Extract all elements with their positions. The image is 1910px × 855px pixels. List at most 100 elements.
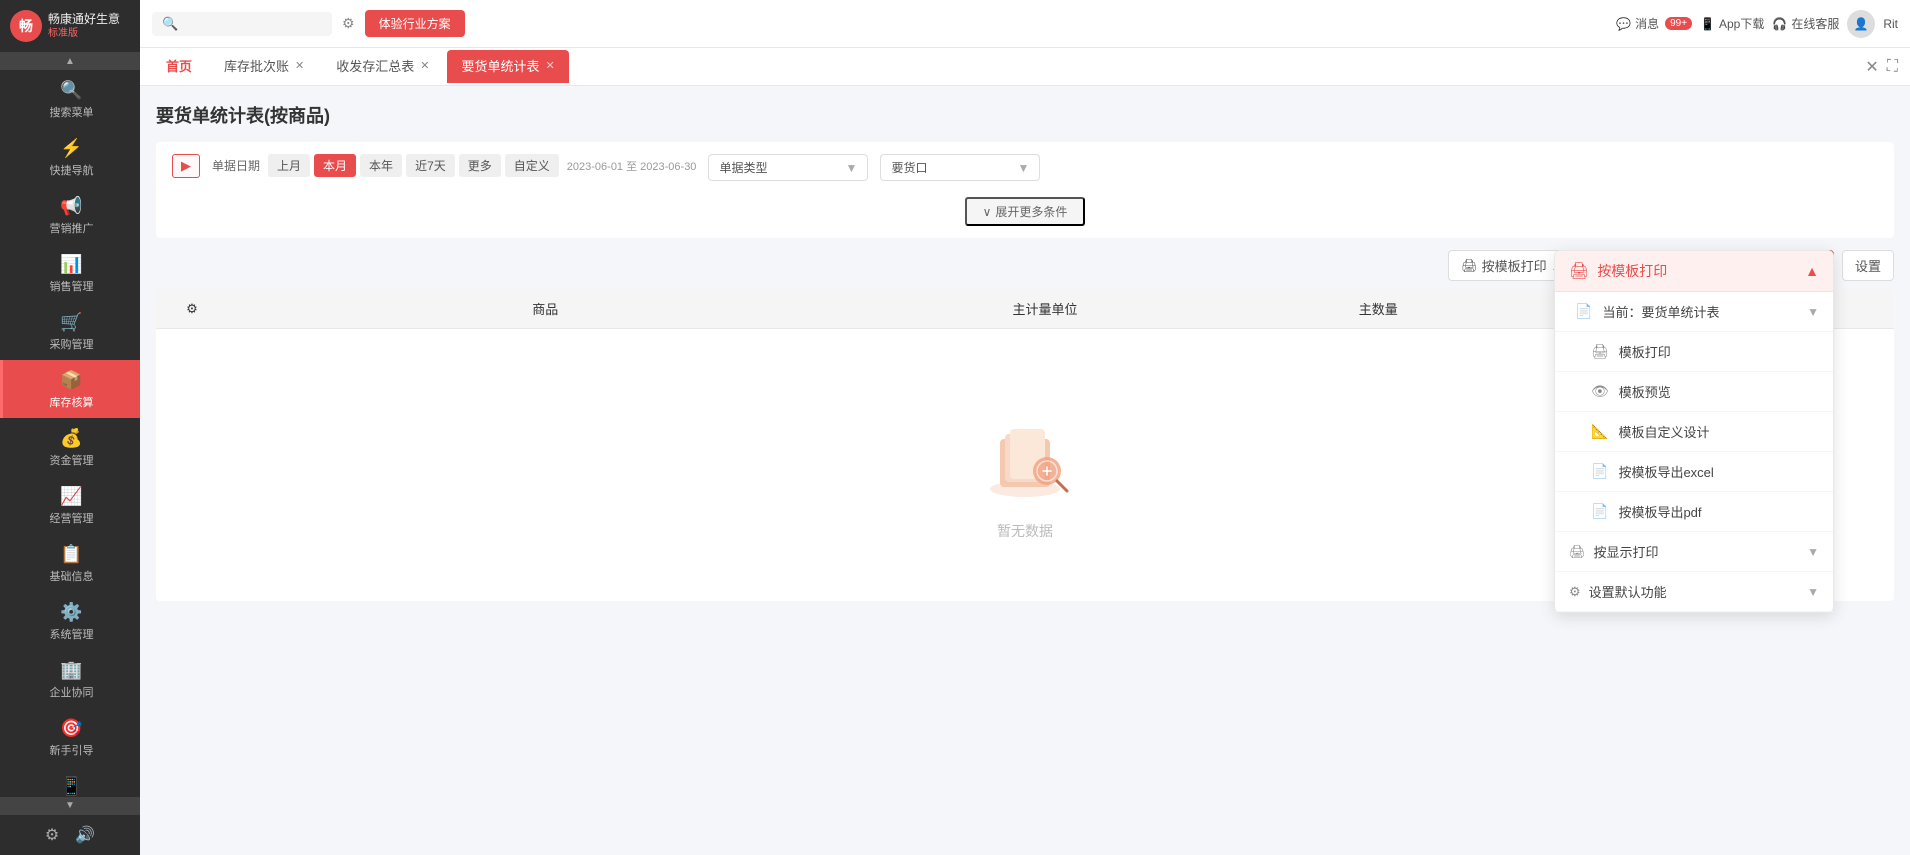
tab-receipt-summary[interactable]: 收发存汇总表 ✕ — [322, 50, 443, 83]
sidebar-item-search[interactable]: 🔍 搜索菜单 — [0, 70, 140, 128]
search-icon: 🔍 — [60, 80, 82, 101]
template-preview-icon: 👁 — [1591, 383, 1609, 400]
topbar-search-input[interactable] — [184, 17, 304, 31]
message-badge: 99+ — [1665, 17, 1692, 30]
logo-title: 畅康通好生意 — [48, 11, 120, 28]
th-settings[interactable]: ⚙ — [172, 301, 212, 317]
current-template-arrow: ▼ — [1807, 305, 1819, 319]
tabs-bar: 首页 库存批次账 ✕ 收发存汇总表 ✕ 要货单统计表 ✕ ✕ ⛶ — [140, 48, 1910, 86]
sidebar-item-purchase[interactable]: 🛒 采购管理 — [0, 302, 140, 360]
tab-receipt-summary-label: 收发存汇总表 — [336, 56, 414, 75]
page-title: 要货单统计表(按商品) — [156, 102, 1894, 128]
empty-text: 暂无数据 — [997, 521, 1053, 541]
template-excel-label: 按模板导出excel — [1618, 462, 1713, 481]
message-label: 消息 — [1635, 15, 1659, 32]
main-area: 🔍 ⚙ 体验行业方案 💬 消息 99+ 📱 App下载 🎧 在线客服 👤 Rit — [140, 0, 1910, 855]
dropdown-template-preview[interactable]: 👁 模板预览 — [1555, 372, 1833, 412]
marketing-icon: 📢 — [60, 196, 82, 217]
sidebar-item-appstore[interactable]: 📱 应用中心 — [0, 766, 140, 797]
date-btn-this-year[interactable]: 本年 — [360, 154, 402, 177]
toolbar: 🖨 按模板打印 ▲ 📤 导出 🔄 刷新 ··· 查询 设置 🖨 按模板打 — [156, 250, 1894, 281]
tab-receipt-summary-close[interactable]: ✕ — [420, 59, 429, 72]
topbar-actions: 💬 消息 99+ 📱 App下载 🎧 在线客服 👤 Rit — [1616, 10, 1898, 38]
user-avatar[interactable]: 👤 — [1847, 10, 1875, 38]
dropdown-current-template[interactable]: 📄 当前：要货单统计表 ▼ — [1555, 292, 1833, 332]
service-icon: 🎧 — [1772, 17, 1787, 31]
filter-expand-button[interactable]: ▶ — [172, 154, 200, 178]
date-btn-more[interactable]: 更多 — [459, 154, 501, 177]
dropdown-template-print[interactable]: 🖨 模板打印 — [1555, 332, 1833, 372]
dropdown-template-custom[interactable]: 📐 模板自定义设计 — [1555, 412, 1833, 452]
funds-icon: 💰 — [60, 428, 82, 449]
volume-icon[interactable]: 🔊 — [75, 825, 95, 845]
inventory-icon: 📦 — [60, 370, 82, 391]
sidebar-item-funds[interactable]: 💰 资金管理 — [0, 418, 140, 476]
sidebar-scroll-up[interactable]: ▲ — [0, 53, 140, 70]
tab-close-icon[interactable]: ✕ — [1865, 57, 1878, 77]
tab-expand-icon[interactable]: ⛶ — [1887, 58, 1898, 76]
set-default-label: 设置默认功能 — [1589, 582, 1667, 601]
current-template-icon: 📄 — [1575, 303, 1592, 320]
order-type-select[interactable]: 单据类型 ▼ — [708, 154, 868, 181]
date-btn-custom[interactable]: 自定义 — [505, 154, 559, 177]
sidebar-scroll-down[interactable]: ▼ — [0, 797, 140, 814]
tab-order-stats-close[interactable]: ✕ — [546, 59, 555, 72]
page-content: 要货单统计表(按商品) ▶ 单据日期 上月 本月 本年 近7天 更多 自定义 2… — [140, 86, 1910, 855]
sidebar: 畅 畅康通好生意 标准版 ▲ 🔍 搜索菜单 ⚡ 快捷导航 📢 营销推广 📊 销售… — [0, 0, 140, 855]
expand-more-button[interactable]: ∨ 展开更多条件 — [965, 197, 1086, 226]
sidebar-item-quick[interactable]: ⚡ 快捷导航 — [0, 128, 140, 186]
dropdown-display-print[interactable]: 🖨 按显示打印 ▼ — [1555, 532, 1833, 572]
topbar-service[interactable]: 🎧 在线客服 — [1772, 15, 1839, 32]
template-pdf-label: 按模板导出pdf — [1618, 502, 1701, 521]
dropdown-template-pdf[interactable]: 📄 按模板导出pdf — [1555, 492, 1833, 532]
logo-subtitle: 标准版 — [48, 27, 120, 41]
order-cat-select[interactable]: 要货口 ▼ — [880, 154, 1040, 181]
sidebar-item-basics[interactable]: 📋 基础信息 — [0, 534, 140, 592]
logo-icon: 畅 — [10, 10, 42, 42]
date-btn-this-month[interactable]: 本月 — [314, 154, 356, 177]
date-label: 单据日期 — [212, 157, 260, 174]
topbar-gear-icon[interactable]: ⚙ — [342, 15, 355, 32]
tab-inventory-batch-label: 库存批次账 — [224, 56, 289, 75]
th-unit: 主计量单位 — [878, 299, 1211, 318]
tab-inventory-batch[interactable]: 库存批次账 ✕ — [210, 50, 318, 83]
tab-home-label: 首页 — [166, 56, 192, 75]
topbar-app-download[interactable]: 📱 App下载 — [1700, 15, 1764, 32]
date-btn-last-month[interactable]: 上月 — [268, 154, 310, 177]
tab-home[interactable]: 首页 — [152, 50, 206, 83]
expand-icon: ▶ — [181, 158, 191, 174]
topbar-message[interactable]: 💬 消息 99+ — [1616, 15, 1692, 32]
dropdown-section: 📄 当前：要货单统计表 ▼ 🖨 模板打印 👁 模板预览 📐 模板自定 — [1555, 292, 1833, 612]
tabs-bar-actions: ✕ ⛶ — [1865, 57, 1898, 77]
order-cat-label: 要货口 — [891, 159, 927, 176]
dropdown-title: 按模板打印 — [1597, 261, 1667, 281]
dropdown-collapse-icon[interactable]: ▲ — [1805, 263, 1819, 279]
sidebar-item-guide[interactable]: 🎯 新手引导 — [0, 708, 140, 766]
print-dropdown-panel: 🖨 按模板打印 ▲ 📄 当前：要货单统计表 ▼ 🖨 模板打印 — [1554, 250, 1834, 613]
sidebar-item-enterprise[interactable]: 🏢 企业协同 — [0, 650, 140, 708]
sidebar-item-marketing[interactable]: 📢 营销推广 — [0, 186, 140, 244]
tab-order-stats[interactable]: 要货单统计表 ✕ — [447, 50, 568, 83]
dropdown-template-excel[interactable]: 📄 按模板导出excel — [1555, 452, 1833, 492]
tab-inventory-batch-close[interactable]: ✕ — [295, 59, 304, 72]
dropdown-header: 🖨 按模板打印 ▲ — [1555, 251, 1833, 292]
trial-button[interactable]: 体验行业方案 — [365, 10, 465, 37]
sidebar-item-system[interactable]: ⚙️ 系统管理 — [0, 592, 140, 650]
topbar-search-box[interactable]: 🔍 — [152, 12, 332, 36]
th-product: 商品 — [212, 299, 878, 318]
sidebar-item-inventory[interactable]: 📦 库存核算 — [0, 360, 140, 418]
sidebar-item-operations[interactable]: 📈 经营管理 — [0, 476, 140, 534]
sidebar-item-sales[interactable]: 📊 销售管理 — [0, 244, 140, 302]
order-cat-arrow-icon: ▼ — [1018, 161, 1030, 175]
guide-icon: 🎯 — [60, 718, 82, 739]
current-template-label: 当前：要货单统计表 — [1602, 302, 1719, 321]
topbar: 🔍 ⚙ 体验行业方案 💬 消息 99+ 📱 App下载 🎧 在线客服 👤 Rit — [140, 0, 1910, 48]
message-icon: 💬 — [1616, 17, 1631, 31]
date-btn-7days[interactable]: 近7天 — [406, 154, 455, 177]
expand-more-icon: ∨ — [983, 205, 992, 219]
system-icon: ⚙️ — [60, 602, 82, 623]
settings-button[interactable]: 设置 — [1842, 250, 1894, 281]
sales-icon: 📊 — [60, 254, 82, 275]
dropdown-set-default[interactable]: ⚙ 设置默认功能 ▼ — [1555, 572, 1833, 612]
settings-bottom-icon[interactable]: ⚙ — [45, 825, 59, 845]
